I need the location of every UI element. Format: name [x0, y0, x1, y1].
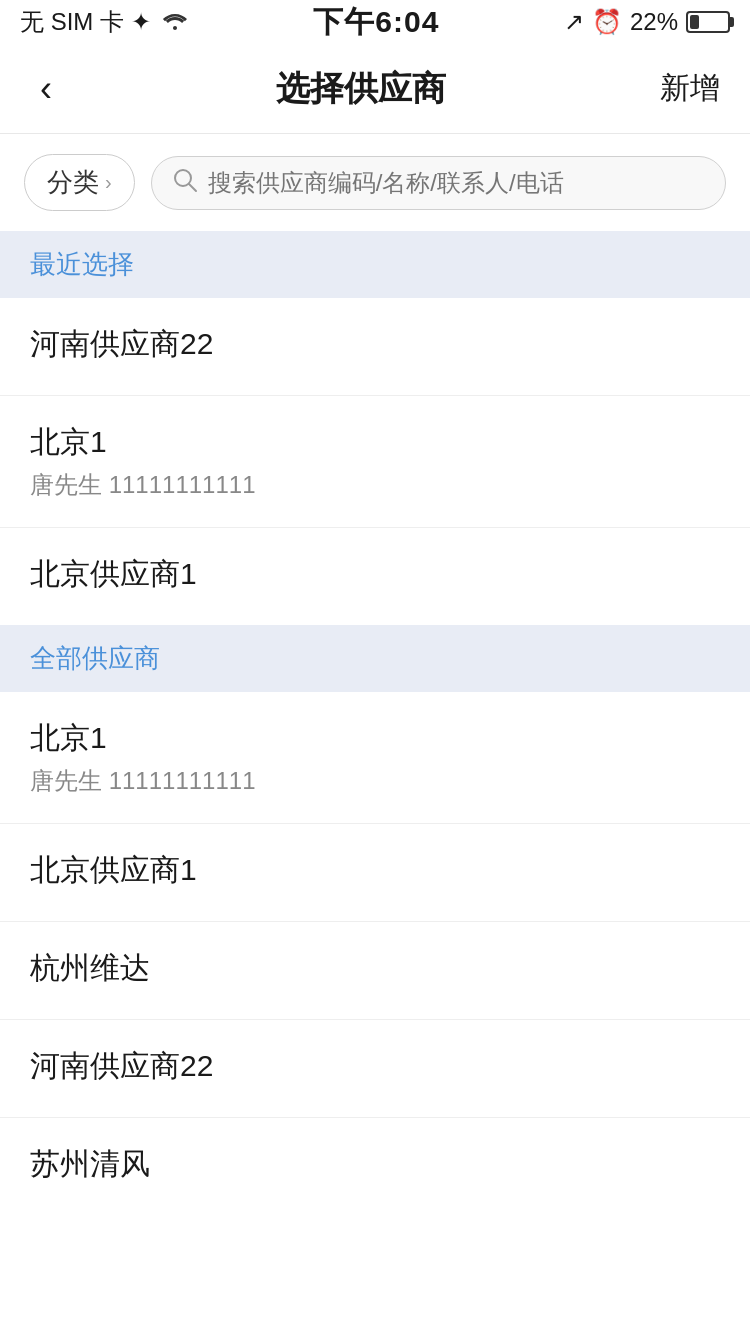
nav-bar: ‹ 选择供应商 新增 — [0, 44, 750, 134]
all-list-item[interactable]: 苏州清风 — [0, 1118, 750, 1215]
recent-section-header: 最近选择 — [0, 231, 750, 298]
all-items-list: 北京1 唐先生 11111111111 北京供应商1 杭州维达河南供应商22 苏州清风 — [0, 692, 750, 1215]
recent-list-item[interactable]: 北京1 唐先生 11111111111 — [0, 396, 750, 528]
battery-percentage: 22% — [630, 8, 678, 36]
item-name: 河南供应商22 — [30, 1046, 720, 1087]
recent-list-item[interactable]: 河南供应商22 — [0, 298, 750, 396]
alarm-icon: ⏰ — [592, 8, 622, 36]
item-name: 北京供应商1 — [30, 554, 720, 595]
svg-line-1 — [189, 184, 196, 191]
item-name: 苏州清风 — [30, 1144, 720, 1185]
category-button[interactable]: 分类 › — [24, 154, 135, 211]
item-sub: 唐先生 11111111111 — [30, 765, 720, 797]
add-button[interactable]: 新增 — [660, 68, 720, 109]
recent-items-list: 河南供应商22 北京1 唐先生 11111111111 北京供应商1 — [0, 298, 750, 625]
item-name: 河南供应商22 — [30, 324, 720, 365]
all-list-item[interactable]: 杭州维达 — [0, 922, 750, 1020]
all-section-header: 全部供应商 — [0, 625, 750, 692]
status-right: ↗ ⏰ 22% — [564, 8, 730, 36]
back-button[interactable]: ‹ — [30, 58, 62, 120]
search-input[interactable] — [208, 169, 705, 197]
sim-status: 无 SIM 卡 ✦ — [20, 6, 151, 38]
item-sub: 唐先生 11111111111 — [30, 469, 720, 501]
filter-bar: 分类 › — [0, 134, 750, 231]
status-bar: 无 SIM 卡 ✦ 下午6:04 ↗ ⏰ 22% — [0, 0, 750, 44]
item-name: 北京供应商1 — [30, 850, 720, 891]
time-display: 下午6:04 — [313, 2, 439, 43]
item-name: 北京1 — [30, 718, 720, 759]
search-icon — [172, 167, 198, 199]
chevron-right-icon: › — [105, 171, 112, 194]
wifi-icon — [161, 8, 189, 36]
recent-list-item[interactable]: 北京供应商1 — [0, 528, 750, 625]
category-label: 分类 — [47, 165, 99, 200]
item-name: 杭州维达 — [30, 948, 720, 989]
battery-icon — [686, 11, 730, 33]
all-list-item[interactable]: 河南供应商22 — [0, 1020, 750, 1118]
location-icon: ↗ — [564, 8, 584, 36]
item-name: 北京1 — [30, 422, 720, 463]
all-list-item[interactable]: 北京1 唐先生 11111111111 — [0, 692, 750, 824]
status-left: 无 SIM 卡 ✦ — [20, 6, 189, 38]
recent-section-label: 最近选择 — [30, 249, 134, 279]
page-title: 选择供应商 — [276, 66, 446, 112]
all-section-label: 全部供应商 — [30, 643, 160, 673]
search-box[interactable] — [151, 156, 726, 210]
all-list-item[interactable]: 北京供应商1 — [0, 824, 750, 922]
